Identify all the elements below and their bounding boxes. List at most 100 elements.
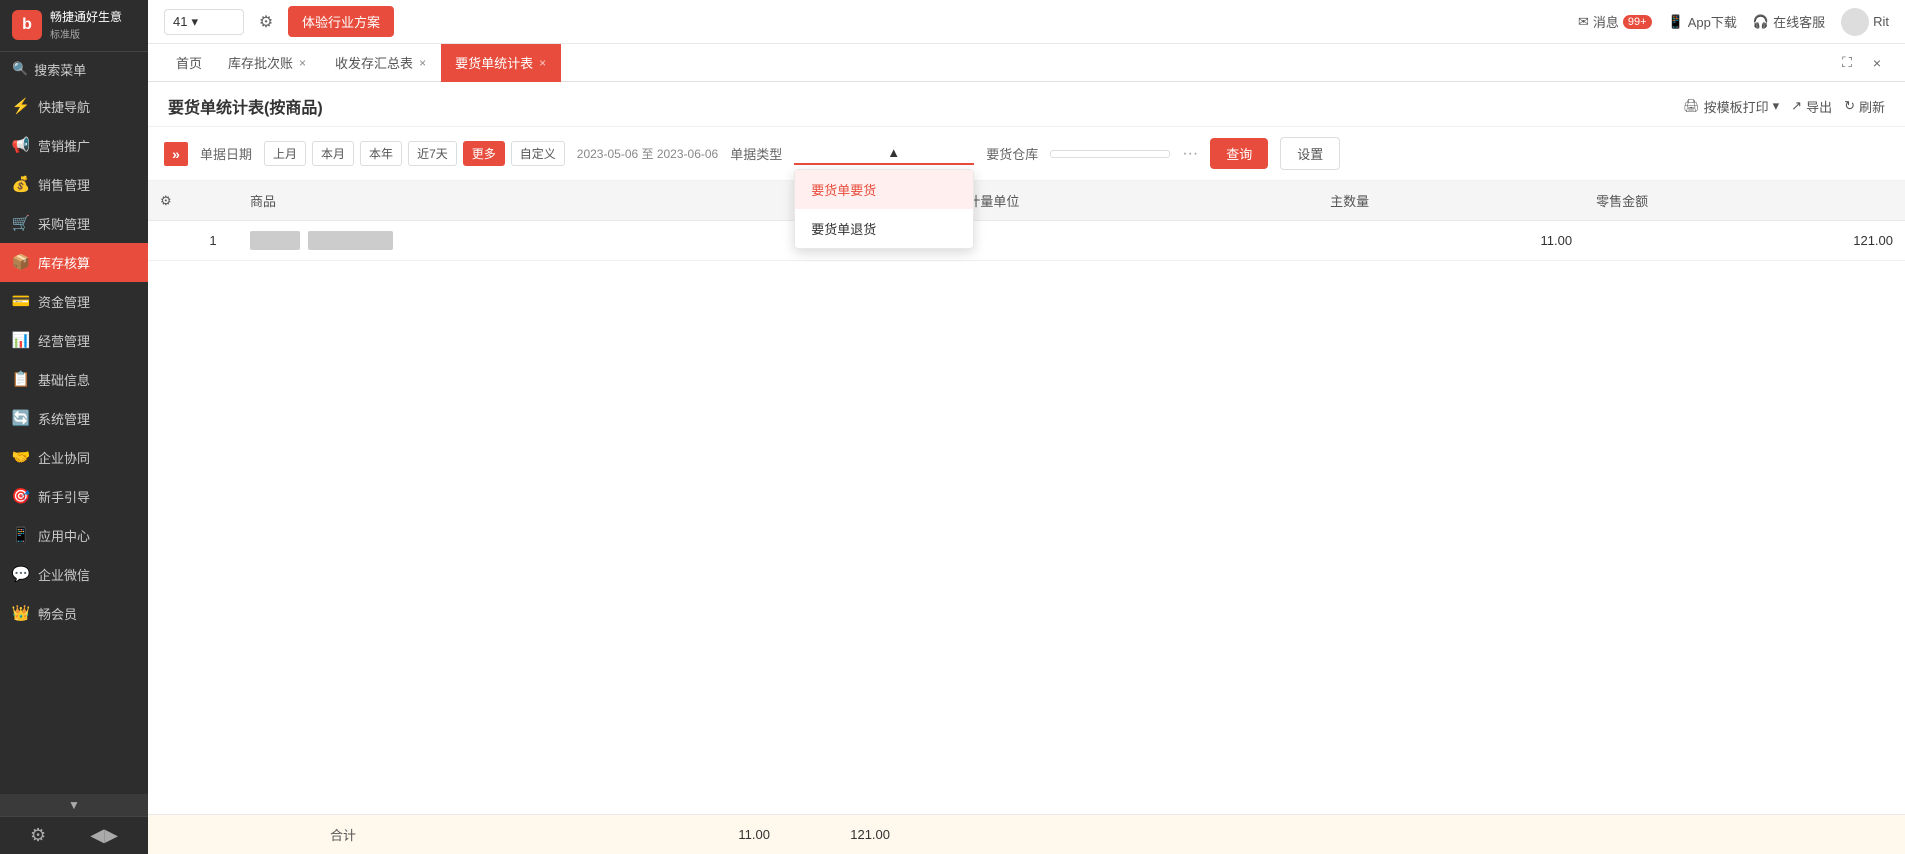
store-selector[interactable]: 41 ▾ [164,9,244,35]
sidebar: b 畅捷通好生意 标准版 🔍 搜索菜单 ⚡ 快捷导航 📢 营销推广 💰 销售管理… [0,0,148,854]
tab-close-icon[interactable]: × [539,56,546,70]
sidebar-item-label: 库存核算 [38,253,90,272]
refresh-label: 刷新 [1859,97,1885,116]
more-dates-btn[interactable]: 更多 [463,141,505,166]
page-title: 要货单统计表(按商品) [168,94,323,118]
messages-label: 消息 [1593,12,1619,31]
col-settings[interactable]: ⚙ [148,181,188,221]
table-footer: 合计 11.00 121.00 [148,814,1905,854]
online-service-button[interactable]: 🎧 在线客服 [1753,12,1825,31]
export-button[interactable]: ↗ 导出 [1791,97,1832,116]
store-chevron-icon: ▾ [191,14,198,30]
app-download-button[interactable]: 📱 App下载 [1668,12,1737,31]
sidebar-item-label: 企业协同 [38,448,90,467]
print-icon: 🖨 [1683,98,1700,114]
filter-type-select[interactable]: ▲ [794,142,974,165]
filter-dots-icon[interactable]: ··· [1182,145,1198,163]
tabs-bar: 首页 库存批次账 × 收发存汇总表 × 要货单统计表 × ⛶ × [148,44,1905,82]
this-month-btn[interactable]: 本月 [312,141,354,166]
main-area: 41 ▾ ⚙ 体验行业方案 ✉ 消息 99+ 📱 App下载 🎧 在线客服 R [148,0,1905,854]
sales-icon: 💰 [12,175,30,193]
sidebar-item-finance[interactable]: 💳 资金管理 [0,282,148,321]
tab-label: 收发存汇总表 [335,53,413,72]
sidebar-item-operations[interactable]: 📊 经营管理 [0,321,148,360]
sidebar-item-enterprise[interactable]: 🤝 企业协同 [0,438,148,477]
tabs-close-all-button[interactable]: × [1865,51,1889,75]
col-quantity: 主数量 [1318,181,1584,221]
user-avatar[interactable]: Rit [1841,8,1889,36]
sidebar-item-label: 基础信息 [38,370,90,389]
footer-label: 合计 [330,825,510,844]
app-download-label: App下载 [1688,12,1737,31]
sidebar-toggle-btn[interactable]: ◀▶ [90,825,118,846]
download-icon: 📱 [1668,14,1684,30]
col-unit: 主计量单位 [942,181,1318,221]
sidebar-item-label: 快捷导航 [38,97,90,116]
system-icon: 🔄 [12,409,30,427]
message-icon: ✉ [1578,14,1589,30]
sidebar-item-label: 企业微信 [38,565,90,584]
page-header-actions: 🖨 按模板打印 ▾ ↗ 导出 ↻ 刷新 [1683,97,1885,116]
quantity-cell: 11.00 [1318,221,1584,261]
date-range-text: 2023-05-06 至 2023-06-06 [577,145,718,162]
search-menu-item[interactable]: 🔍 搜索菜单 [0,52,148,87]
topbar: 41 ▾ ⚙ 体验行业方案 ✉ 消息 99+ 📱 App下载 🎧 在线客服 R [148,0,1905,44]
sidebar-item-inventory[interactable]: 📦 库存核算 [0,243,148,282]
filter-expand-button[interactable]: » [164,142,188,166]
sidebar-scroll-down[interactable]: ▼ [0,794,148,816]
sidebar-item-purchase[interactable]: 🛒 采购管理 [0,204,148,243]
print-button[interactable]: 🖨 按模板打印 ▾ [1683,97,1779,116]
query-button[interactable]: 查询 [1210,138,1268,169]
custom-date-btn[interactable]: 自定义 [511,141,565,166]
tab-close-icon[interactable]: × [299,56,306,70]
col-row-num [188,181,238,221]
footer-amount: 121.00 [810,827,890,842]
tabs-expand-button[interactable]: ⛶ [1835,51,1859,75]
app-center-icon: 📱 [12,526,30,544]
topbar-gear-button[interactable]: ⚙ [252,8,280,36]
tab-inventory-batch[interactable]: 库存批次账 × [214,44,321,82]
date-label: 单据日期 [200,144,252,163]
sidebar-bottom: ⚙ ◀▶ [0,816,148,854]
filter-settings-button[interactable]: 设置 [1280,137,1340,170]
sidebar-item-marketing[interactable]: 📢 营销推广 [0,126,148,165]
sidebar-item-label: 系统管理 [38,409,90,428]
tab-order-stats[interactable]: 要货单统计表 × [441,44,561,82]
topbar-right: ✉ 消息 99+ 📱 App下载 🎧 在线客服 Rit [1578,8,1889,36]
sidebar-item-system[interactable]: 🔄 系统管理 [0,399,148,438]
sidebar-item-app-center[interactable]: 📱 应用中心 [0,516,148,555]
this-year-btn[interactable]: 本年 [360,141,402,166]
online-service-label: 在线客服 [1773,12,1825,31]
tab-label: 要货单统计表 [455,53,533,72]
sidebar-item-wechat[interactable]: 💬 企业微信 [0,555,148,594]
sidebar-item-sales[interactable]: 💰 销售管理 [0,165,148,204]
tab-close-icon[interactable]: × [419,56,426,70]
last-7-days-btn[interactable]: 近7天 [408,141,457,166]
messages-badge: 99+ [1623,15,1652,29]
dropdown-item-order-return[interactable]: 要货单退货 [795,209,973,248]
tab-home[interactable]: 首页 [164,53,214,72]
guide-icon: 🎯 [12,487,30,505]
filter-warehouse-select[interactable] [1050,150,1170,158]
sidebar-item-quick-nav[interactable]: ⚡ 快捷导航 [0,87,148,126]
type-label: 单据类型 [730,144,782,163]
tab-collect-dispatch[interactable]: 收发存汇总表 × [321,44,441,82]
filter-bar: » 单据日期 上月 本月 本年 近7天 更多 自定义 2023-05-06 至 … [148,127,1905,181]
trial-button[interactable]: 体验行业方案 [288,6,394,37]
app-logo: b 畅捷通好生意 标准版 [0,0,148,52]
refresh-button[interactable]: ↻ 刷新 [1844,97,1885,116]
footer-quantity: 11.00 [690,827,770,842]
tab-label: 库存批次账 [228,53,293,72]
filter-type-chevron-icon: ▲ [887,145,966,160]
messages-button[interactable]: ✉ 消息 99+ [1578,12,1652,31]
dropdown-item-order-goods[interactable]: 要货单要货 [795,170,973,209]
operations-icon: 📊 [12,331,30,349]
sidebar-settings-btn[interactable]: ⚙ [30,825,46,846]
inventory-icon: 📦 [12,253,30,271]
sidebar-item-guide[interactable]: 🎯 新手引导 [0,477,148,516]
print-chevron-icon: ▾ [1773,98,1780,114]
last-month-btn[interactable]: 上月 [264,141,306,166]
sidebar-item-basic-info[interactable]: 📋 基础信息 [0,360,148,399]
finance-icon: 💳 [12,292,30,310]
sidebar-item-vip[interactable]: 👑 畅会员 [0,594,148,633]
